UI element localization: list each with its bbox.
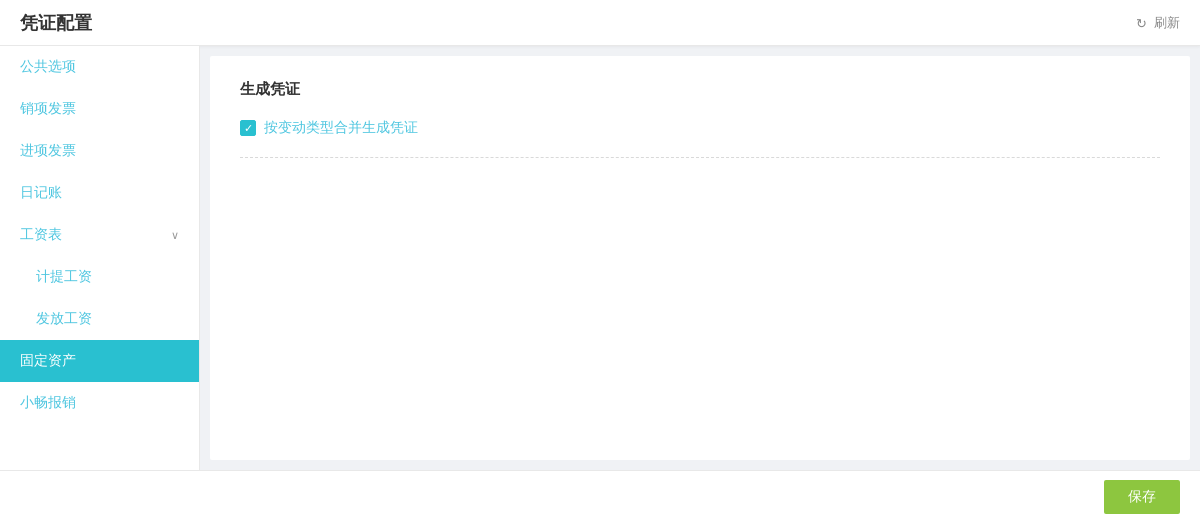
refresh-label: 刷新 [1154,14,1180,32]
section-title: 生成凭证 [240,80,1160,99]
content-area: 生成凭证 按变动类型合并生成凭证 [210,56,1190,460]
sidebar-item-journal[interactable]: 日记账 [0,172,199,214]
sidebar: 公共选项 销项发票 进项发票 日记账 工资表 ∨ 计提工资 发放工资 固定资 [0,46,200,470]
sidebar-item-fixed-assets[interactable]: 固定资产 [0,340,199,382]
chevron-down-icon: ∨ [171,229,179,242]
checkbox-label[interactable]: 按变动类型合并生成凭证 [264,119,418,137]
main-content: 公共选项 销项发票 进项发票 日记账 工资表 ∨ 计提工资 发放工资 固定资 [0,46,1200,470]
merge-by-type-checkbox[interactable] [240,120,256,136]
page-header: 凭证配置 ↻ 刷新 [0,0,1200,46]
save-button[interactable]: 保存 [1104,480,1180,514]
page-footer: 保存 [0,470,1200,522]
section-divider [240,157,1160,158]
page-title: 凭证配置 [20,11,92,35]
sidebar-item-payroll-release[interactable]: 发放工资 [0,298,199,340]
sidebar-item-payroll-provision[interactable]: 计提工资 [0,256,199,298]
sidebar-item-purchase-invoice[interactable]: 进项发票 [0,130,199,172]
sidebar-item-public-options[interactable]: 公共选项 [0,46,199,88]
sidebar-item-payroll-table[interactable]: 工资表 ∨ [0,214,199,256]
refresh-button[interactable]: ↻ 刷新 [1136,14,1180,32]
checkbox-row: 按变动类型合并生成凭证 [240,119,1160,137]
refresh-icon: ↻ [1136,16,1150,30]
sidebar-item-expense-reimbursement[interactable]: 小畅报销 [0,382,199,424]
sidebar-item-sales-invoice[interactable]: 销项发票 [0,88,199,130]
